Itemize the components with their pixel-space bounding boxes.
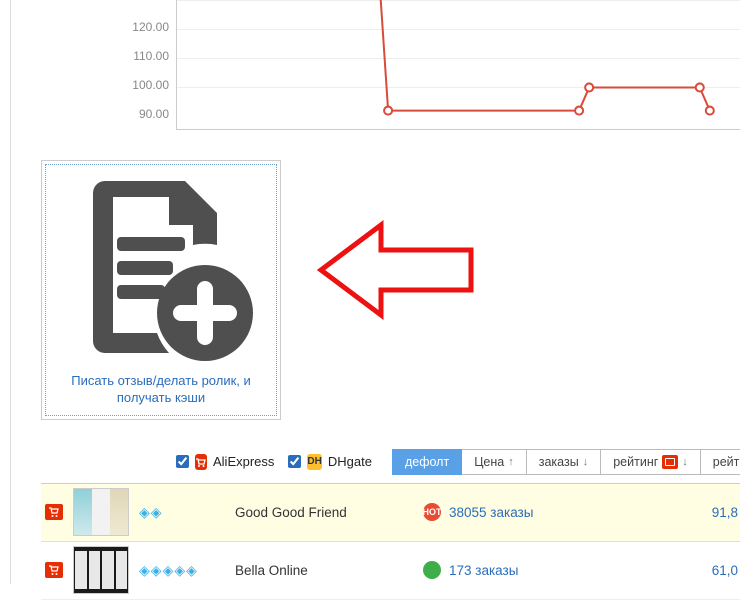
write-review-label: Писать отзыв/делать ролик, и получать кэ… bbox=[46, 369, 276, 415]
dhgate-badge-icon: DH bbox=[307, 454, 321, 470]
cart-mini-icon bbox=[662, 455, 678, 469]
seller-name[interactable]: Bella Online bbox=[235, 563, 415, 578]
sort-orders-tab[interactable]: заказы↓ bbox=[527, 449, 601, 475]
write-review-card[interactable]: Писать отзыв/делать ролик, и получать кэ… bbox=[41, 160, 281, 420]
sort-price-tab[interactable]: Цена↑ bbox=[462, 449, 527, 475]
sort-rating-tab[interactable]: рейтинг↓ bbox=[601, 449, 701, 475]
seller-rating-gems: ◈◈ bbox=[135, 504, 235, 521]
orders-count[interactable]: 38055 заказы bbox=[449, 505, 579, 520]
cart-icon[interactable] bbox=[45, 562, 63, 578]
filter-aliexpress-checkbox[interactable] bbox=[176, 455, 189, 468]
filter-dhgate-checkbox[interactable] bbox=[288, 455, 301, 468]
aliexpress-badge-icon bbox=[195, 454, 207, 470]
product-thumbnail[interactable] bbox=[73, 546, 129, 594]
ytick: 120.00 bbox=[109, 20, 169, 34]
status-badge-icon bbox=[423, 561, 441, 579]
product-thumbnail[interactable] bbox=[73, 488, 129, 536]
cart-icon[interactable] bbox=[45, 504, 63, 520]
filter-aliexpress-label: AliExpress bbox=[213, 454, 274, 469]
sort-rating2-tab[interactable]: рейти bbox=[701, 449, 740, 475]
table-row[interactable]: ◈◈ Good Good Friend HOT 38055 заказы 91,… bbox=[41, 484, 740, 542]
sort-asc-icon: ↑ bbox=[508, 456, 514, 468]
seller-rating-gems: ◈◈◈◈◈ bbox=[135, 562, 235, 579]
annotation-arrow-icon bbox=[311, 215, 481, 328]
chart-series bbox=[177, 0, 740, 131]
sort-tabs: дефолт Цена↑ заказы↓ рейтинг↓ рейти bbox=[392, 449, 740, 475]
seller-name[interactable]: Good Good Friend bbox=[235, 505, 415, 520]
price-value: 91,8 bbox=[690, 505, 740, 520]
filter-dhgate-label: DHgate bbox=[328, 454, 372, 469]
sort-desc-icon: ↓ bbox=[682, 456, 688, 468]
ytick: 90.00 bbox=[109, 107, 169, 121]
seller-table: ◈◈ Good Good Friend HOT 38055 заказы 91,… bbox=[41, 483, 740, 600]
ytick: 100.00 bbox=[109, 78, 169, 92]
price-chart: 120.00 110.00 100.00 90.00 bbox=[41, 0, 740, 150]
filter-bar: AliExpress DH DHgate дефолт Цена↑ заказы… bbox=[11, 445, 740, 483]
ytick: 110.00 bbox=[109, 49, 169, 63]
orders-count[interactable]: 173 заказы bbox=[449, 563, 579, 578]
table-row[interactable]: ◈◈◈◈◈ Bella Online 173 заказы 61,0 bbox=[41, 542, 740, 600]
hot-badge-icon: HOT bbox=[423, 503, 441, 521]
add-document-icon bbox=[46, 165, 276, 369]
price-value: 61,0 bbox=[690, 563, 740, 578]
sort-desc-icon: ↓ bbox=[583, 456, 589, 468]
chart-plot-area bbox=[176, 0, 740, 130]
sort-default-tab[interactable]: дефолт bbox=[392, 449, 462, 475]
